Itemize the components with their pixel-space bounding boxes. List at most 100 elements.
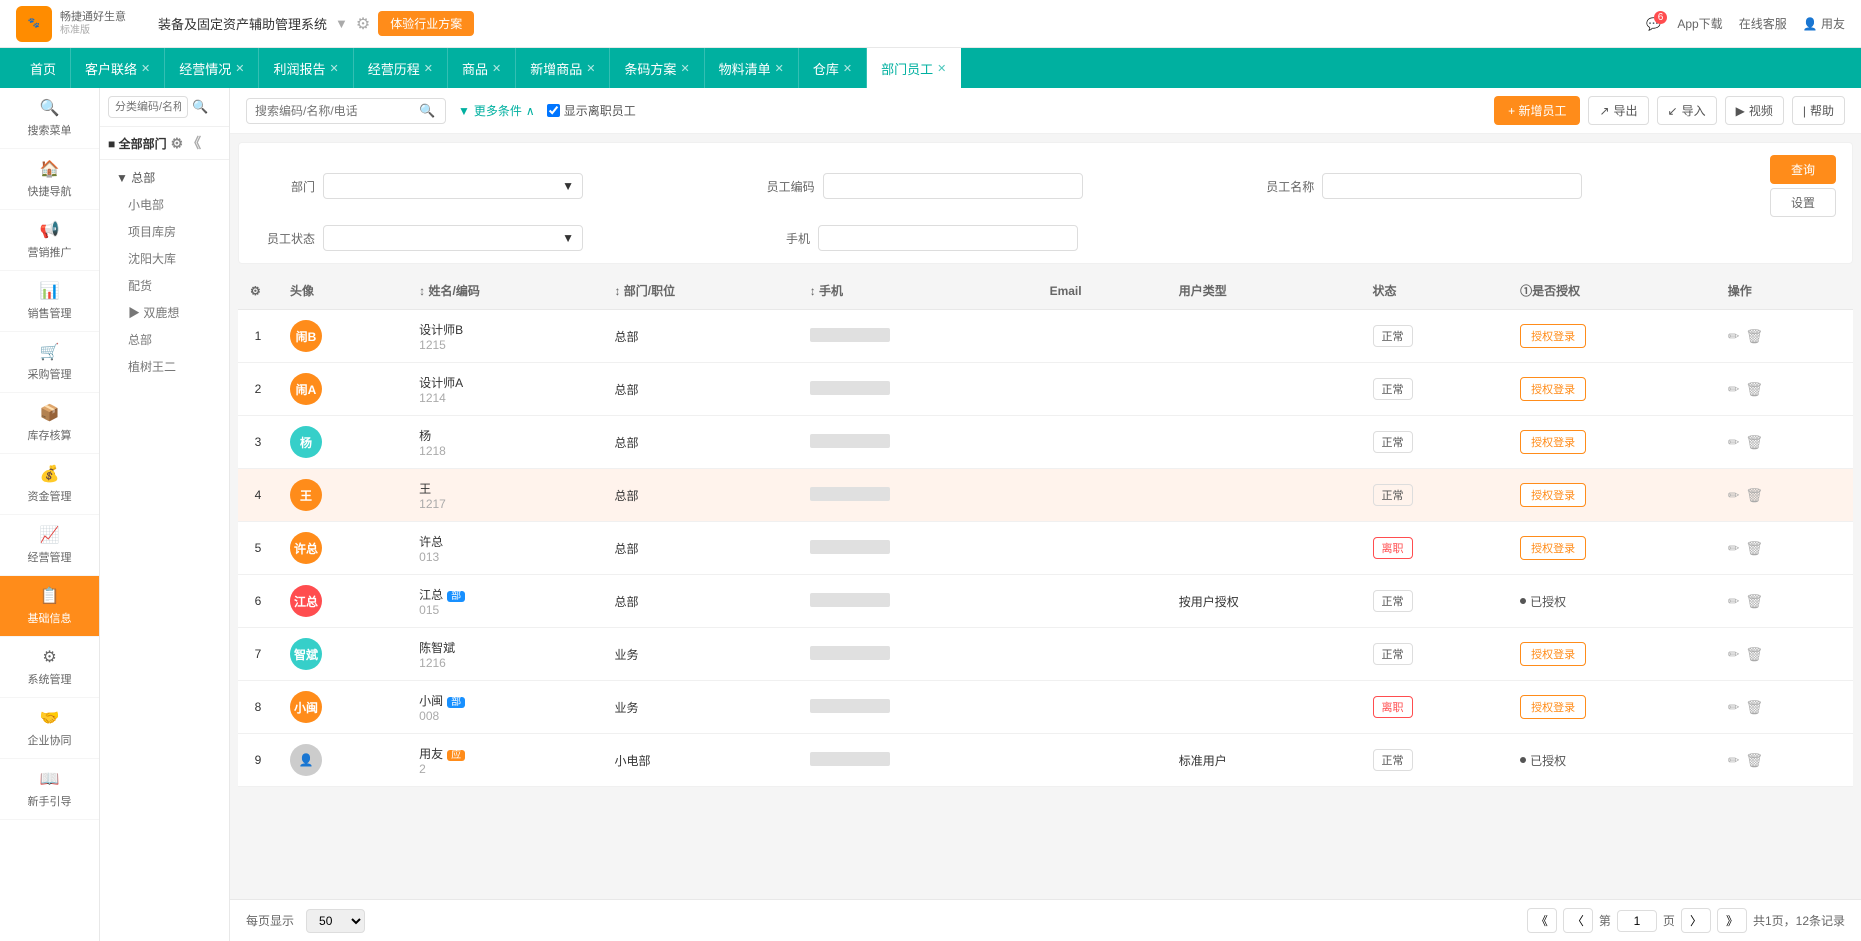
menu-inventory[interactable]: 📦库存核算 bbox=[0, 393, 99, 454]
edit-btn[interactable]: ✏ bbox=[1728, 328, 1740, 345]
menu-marketing[interactable]: 📢营销推广 bbox=[0, 210, 99, 271]
export-btn[interactable]: ↗ 导出 bbox=[1588, 96, 1648, 125]
delete-btn[interactable]: 🗑 bbox=[1745, 752, 1763, 769]
authorize-btn[interactable]: 授权登录 bbox=[1520, 536, 1586, 560]
dept-node-distribution[interactable]: 配货 bbox=[100, 272, 229, 299]
menu-sales[interactable]: 📊销售管理 bbox=[0, 271, 99, 332]
menu-finance[interactable]: 💰资金管理 bbox=[0, 454, 99, 515]
help-btn[interactable]: | 帮助 bbox=[1792, 96, 1845, 125]
delete-btn[interactable]: 🗑 bbox=[1745, 593, 1763, 610]
tab-customer[interactable]: 客户联络 ✕ bbox=[71, 48, 165, 88]
close-products[interactable]: ✕ bbox=[492, 62, 501, 75]
close-customer[interactable]: ✕ bbox=[141, 62, 150, 75]
menu-operations[interactable]: 📈经营管理 bbox=[0, 515, 99, 576]
dept-node-project[interactable]: 项目库房 bbox=[100, 218, 229, 245]
close-warehouse[interactable]: ✕ bbox=[843, 62, 852, 75]
dept-node-shuanglu[interactable]: ▶ 双鹿想 bbox=[100, 299, 229, 326]
edit-btn[interactable]: ✏ bbox=[1728, 381, 1740, 398]
app-download-link[interactable]: App下载 bbox=[1677, 15, 1722, 32]
dept-settings-icon[interactable]: ⚙ bbox=[171, 135, 184, 152]
dept-node-electronics[interactable]: 小电部 bbox=[100, 191, 229, 218]
col-dept-pos[interactable]: ↕ 部门/职位 bbox=[602, 272, 797, 310]
delete-btn[interactable]: 🗑 bbox=[1745, 699, 1763, 716]
menu-purchase[interactable]: 🛒采购管理 bbox=[0, 332, 99, 393]
close-dept[interactable]: ✕ bbox=[937, 62, 946, 75]
dept-search-icon[interactable]: 🔍 bbox=[192, 99, 208, 115]
tab-business[interactable]: 经营情况 ✕ bbox=[165, 48, 259, 88]
authorize-btn[interactable]: 授权登录 bbox=[1520, 430, 1586, 454]
user-avatar[interactable]: 👤 用友 bbox=[1803, 15, 1845, 32]
show-resigned-label[interactable]: 显示离职员工 bbox=[547, 102, 636, 119]
authorize-btn[interactable]: 授权登录 bbox=[1520, 642, 1586, 666]
tab-bom[interactable]: 物料清单 ✕ bbox=[705, 48, 799, 88]
authorize-btn[interactable]: 授权登录 bbox=[1520, 324, 1586, 348]
tab-barcode[interactable]: 条码方案 ✕ bbox=[610, 48, 704, 88]
edit-btn[interactable]: ✏ bbox=[1728, 699, 1740, 716]
page-number-input[interactable] bbox=[1617, 910, 1657, 932]
authorize-btn[interactable]: 授权登录 bbox=[1520, 483, 1586, 507]
dept-collapse-icon[interactable]: 《 bbox=[187, 133, 201, 153]
dept-all-header[interactable]: ■ 全部部门 ⚙ 《 bbox=[100, 127, 229, 160]
tab-warehouse[interactable]: 仓库 ✕ bbox=[799, 48, 867, 88]
prev-page-btn[interactable]: 〈 bbox=[1563, 908, 1593, 933]
close-history[interactable]: ✕ bbox=[424, 62, 433, 75]
dept-search-input[interactable] bbox=[108, 96, 188, 118]
close-profit[interactable]: ✕ bbox=[330, 62, 339, 75]
menu-quicknav[interactable]: 🏠快捷导航 bbox=[0, 149, 99, 210]
menu-collab[interactable]: 🤝企业协同 bbox=[0, 698, 99, 759]
dept-node-headquarters[interactable]: ▼ 总部 bbox=[100, 164, 229, 191]
per-page-select[interactable]: 50 100 bbox=[306, 909, 365, 933]
edit-btn[interactable]: ✏ bbox=[1728, 487, 1740, 504]
search-btn[interactable]: 查询 bbox=[1770, 155, 1836, 184]
emp-status-select[interactable]: ▼ bbox=[323, 225, 583, 251]
col-name-code[interactable]: ↕ 姓名/编码 bbox=[407, 272, 602, 310]
tab-home[interactable]: 首页 bbox=[16, 48, 71, 88]
authorize-btn[interactable]: 授权登录 bbox=[1520, 695, 1586, 719]
dept-select[interactable]: ▼ bbox=[323, 173, 583, 199]
trial-btn[interactable]: 体验行业方案 bbox=[378, 11, 474, 36]
set-btn[interactable]: 设置 bbox=[1770, 188, 1836, 217]
menu-search[interactable]: 🔍搜索菜单 bbox=[0, 88, 99, 149]
more-conditions-btn[interactable]: ▼ 更多条件 ∧ bbox=[458, 102, 535, 119]
delete-btn[interactable]: 🗑 bbox=[1745, 381, 1763, 398]
dept-node-shenyang[interactable]: 沈阳大库 bbox=[100, 245, 229, 272]
menu-system[interactable]: ⚙系统管理 bbox=[0, 637, 99, 698]
close-business[interactable]: ✕ bbox=[235, 62, 244, 75]
col-phone[interactable]: ↕ 手机 bbox=[798, 272, 1038, 310]
show-resigned-checkbox[interactable] bbox=[547, 104, 560, 117]
close-bom[interactable]: ✕ bbox=[775, 62, 784, 75]
delete-btn[interactable]: 🗑 bbox=[1745, 487, 1763, 504]
tab-profit[interactable]: 利润报告 ✕ bbox=[259, 48, 353, 88]
authorize-btn[interactable]: 授权登录 bbox=[1520, 377, 1586, 401]
tab-add-product[interactable]: 新增商品 ✕ bbox=[516, 48, 610, 88]
edit-btn[interactable]: ✏ bbox=[1728, 752, 1740, 769]
add-employee-btn[interactable]: + 新增员工 bbox=[1494, 96, 1580, 125]
delete-btn[interactable]: 🗑 bbox=[1745, 328, 1763, 345]
tab-products[interactable]: 商品 ✕ bbox=[448, 48, 516, 88]
phone-input[interactable] bbox=[818, 225, 1078, 251]
edit-btn[interactable]: ✏ bbox=[1728, 434, 1740, 451]
tab-history[interactable]: 经营历程 ✕ bbox=[354, 48, 448, 88]
emp-name-input[interactable] bbox=[1322, 173, 1582, 199]
delete-btn[interactable]: 🗑 bbox=[1745, 646, 1763, 663]
close-add-product[interactable]: ✕ bbox=[586, 62, 595, 75]
tab-dept-staff[interactable]: 部门员工 ✕ bbox=[867, 48, 961, 88]
message-icon[interactable]: 💬 6 bbox=[1646, 17, 1661, 31]
search-icon[interactable]: 🔍 bbox=[419, 103, 435, 119]
menu-guide[interactable]: 📖新手引导 bbox=[0, 759, 99, 820]
settings-icon[interactable]: ⚙ bbox=[356, 14, 370, 34]
search-input[interactable] bbox=[255, 104, 415, 118]
close-barcode[interactable]: ✕ bbox=[680, 62, 689, 75]
next-page-btn[interactable]: 〉 bbox=[1681, 908, 1711, 933]
online-service-link[interactable]: 在线客服 bbox=[1739, 15, 1787, 32]
view-btn[interactable]: ▶ 视频 bbox=[1725, 96, 1784, 125]
system-dropdown-icon[interactable]: ▼ bbox=[335, 16, 348, 31]
col-settings[interactable]: ⚙ bbox=[238, 272, 278, 310]
edit-btn[interactable]: ✏ bbox=[1728, 540, 1740, 557]
import-btn[interactable]: ↙ 导入 bbox=[1657, 96, 1717, 125]
edit-btn[interactable]: ✏ bbox=[1728, 593, 1740, 610]
first-page-btn[interactable]: 《 bbox=[1527, 908, 1557, 933]
delete-btn[interactable]: 🗑 bbox=[1745, 434, 1763, 451]
dept-node-hq2[interactable]: 总部 bbox=[100, 326, 229, 353]
menu-basic-info[interactable]: 📋基础信息 bbox=[0, 576, 99, 637]
